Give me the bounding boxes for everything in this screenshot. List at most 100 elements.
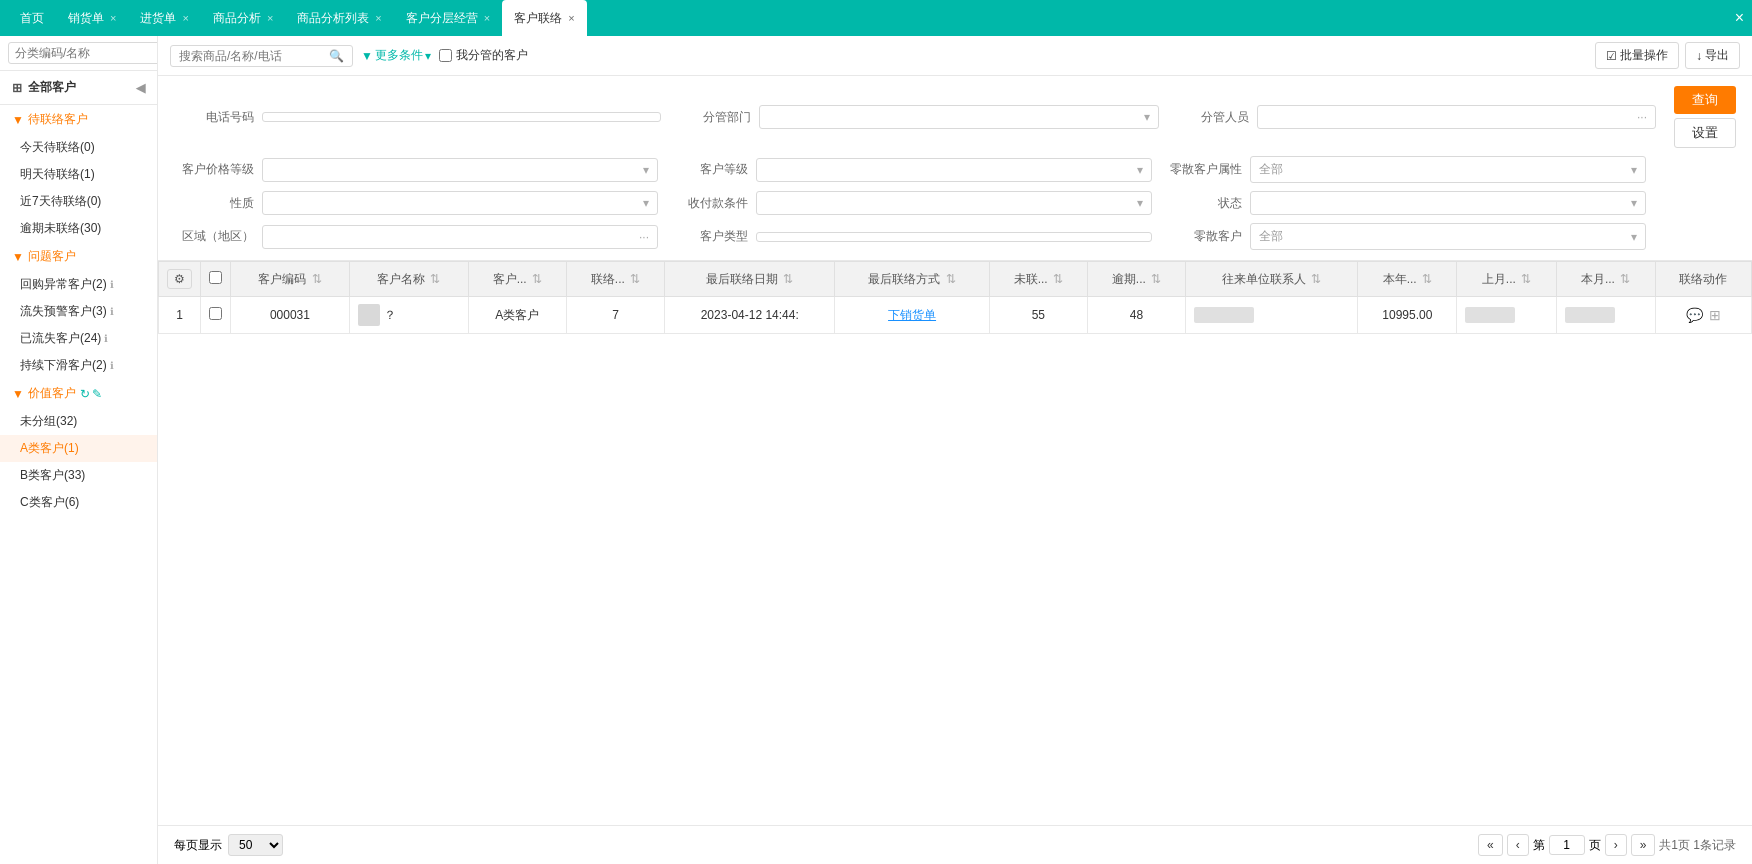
- field-nature: 性质 ▾: [174, 191, 658, 215]
- col-gear[interactable]: ⚙: [159, 262, 201, 297]
- last-page-btn[interactable]: »: [1631, 834, 1656, 856]
- col-checkbox[interactable]: [201, 262, 231, 297]
- close-customer-tier[interactable]: ×: [484, 12, 490, 24]
- sidebar-item-churned[interactable]: 已流失客户(24) ℹ: [0, 325, 157, 352]
- filter-row-3: 性质 ▾ 收付款条件 ▾ 状态: [174, 191, 1736, 215]
- close-product-analysis[interactable]: ×: [267, 12, 273, 24]
- col-not-contacted[interactable]: 未联... ⇅: [989, 262, 1087, 297]
- field-phone-label: 电话号码: [174, 109, 254, 126]
- sidebar-search-input[interactable]: [8, 42, 158, 64]
- sort-contact-count-icon: ⇅: [630, 272, 640, 286]
- cell-not-contacted: 55: [989, 297, 1087, 334]
- field-retail-customer-select[interactable]: 全部 ▾: [1250, 223, 1646, 250]
- sidebar-search-container: 🔍: [0, 36, 157, 71]
- row-checkbox[interactable]: [209, 307, 222, 320]
- field-status-label: 状态: [1162, 195, 1242, 212]
- sidebar-item-declining[interactable]: 持续下滑客户(2) ℹ: [0, 352, 157, 379]
- next-page-btn[interactable]: ›: [1605, 834, 1627, 856]
- batch-op-button[interactable]: ☑ 批量操作: [1595, 42, 1679, 69]
- group-value-customers[interactable]: ▼ 价值客户 ↻ ✎: [0, 379, 157, 408]
- contact-person-placeholder: [1194, 307, 1254, 323]
- edit-value-icon[interactable]: ✎: [92, 387, 102, 401]
- filter-search-icon[interactable]: 🔍: [329, 49, 344, 63]
- close-product-analysis-list[interactable]: ×: [375, 12, 381, 24]
- sidebar-item-tomorrow[interactable]: 明天待联络(1): [0, 161, 157, 188]
- col-name[interactable]: 客户名称 ⇅: [349, 262, 468, 297]
- export-button[interactable]: ↓ 导出: [1685, 42, 1740, 69]
- filter-more-btn[interactable]: ▼ 更多条件 ▾: [361, 47, 431, 64]
- field-price-level-select[interactable]: ▾: [262, 158, 658, 182]
- field-dept-select[interactable]: ▾: [759, 105, 1158, 129]
- first-page-btn[interactable]: «: [1478, 834, 1503, 856]
- nav-purchase-order[interactable]: 进货单 ×: [128, 0, 200, 36]
- group-problem-customers[interactable]: ▼ 问题客户: [0, 242, 157, 271]
- sidebar-item-class-a[interactable]: A类客户(1): [0, 435, 157, 462]
- col-level[interactable]: 客户... ⇅: [468, 262, 566, 297]
- my-customers-checkbox[interactable]: [439, 49, 452, 62]
- page-size-container: 每页显示 50 10 20 100: [174, 834, 283, 856]
- message-action-icon[interactable]: 💬: [1686, 307, 1703, 323]
- sort-last-month-icon: ⇅: [1521, 272, 1531, 286]
- sidebar-item-today[interactable]: 今天待联络(0): [0, 134, 157, 161]
- chevron-down-icon: ▾: [425, 49, 431, 63]
- field-price-level: 客户价格等级 ▾: [174, 158, 658, 182]
- export-icon: ↓: [1696, 49, 1702, 63]
- filter-search-input[interactable]: [179, 49, 329, 63]
- nav-product-analysis[interactable]: 商品分析 ×: [201, 0, 285, 36]
- sidebar-item-repurchase-abnormal[interactable]: 回购异常客户(2) ℹ: [0, 271, 157, 298]
- field-nature-select[interactable]: ▾: [262, 191, 658, 215]
- setting-button[interactable]: 设置: [1674, 118, 1736, 148]
- close-customer-contact[interactable]: ×: [568, 12, 574, 24]
- field-customer-type-label: 客户类型: [668, 228, 748, 245]
- close-sales-order[interactable]: ×: [110, 12, 116, 24]
- nav-customer-tier[interactable]: 客户分层经营 ×: [394, 0, 502, 36]
- close-all-btn[interactable]: ×: [1735, 9, 1744, 27]
- col-this-month[interactable]: 本月... ⇅: [1556, 262, 1655, 297]
- col-this-year[interactable]: 本年... ⇅: [1358, 262, 1457, 297]
- gear-button[interactable]: ⚙: [167, 269, 192, 289]
- field-payment-label: 收付款条件: [668, 195, 748, 212]
- cell-checkbox[interactable]: [201, 297, 231, 334]
- col-last-month[interactable]: 上月... ⇅: [1457, 262, 1556, 297]
- sidebar-item-churn-warning[interactable]: 流失预警客户(3) ℹ: [0, 298, 157, 325]
- filter-search-container: 🔍: [170, 45, 353, 67]
- select-all-checkbox[interactable]: [209, 271, 222, 284]
- nav-home[interactable]: 首页: [8, 0, 56, 36]
- col-last-date[interactable]: 最后联络日期 ⇅: [665, 262, 835, 297]
- field-retail-attr-select[interactable]: 全部 ▾: [1250, 156, 1646, 183]
- qr-action-icon[interactable]: ⊞: [1709, 307, 1721, 323]
- refresh-value-icon[interactable]: ↻: [80, 387, 90, 401]
- sidebar-all-customers[interactable]: ⊞ 全部客户 ◀: [0, 71, 157, 105]
- close-purchase-order[interactable]: ×: [182, 12, 188, 24]
- sidebar-item-overdue[interactable]: 逾期未联络(30): [0, 215, 157, 242]
- col-last-method[interactable]: 最后联络方式 ⇅: [835, 262, 989, 297]
- col-contact-count[interactable]: 联络... ⇅: [566, 262, 664, 297]
- field-region-select[interactable]: ···: [262, 225, 658, 249]
- group-pending-contact[interactable]: ▼ 待联络客户: [0, 105, 157, 134]
- sidebar-item-7days[interactable]: 近7天待联络(0): [0, 188, 157, 215]
- nav-product-analysis-list[interactable]: 商品分析列表 ×: [285, 0, 393, 36]
- cell-last-method[interactable]: 下销货单: [835, 297, 989, 334]
- sidebar-item-ungrouped[interactable]: 未分组(32): [0, 408, 157, 435]
- field-payment-select[interactable]: ▾: [756, 191, 1152, 215]
- nav-sales-order[interactable]: 销货单 ×: [56, 0, 128, 36]
- prev-page-btn[interactable]: ‹: [1507, 834, 1529, 856]
- field-customer-level-select[interactable]: ▾: [756, 158, 1152, 182]
- region-dots-icon: ···: [639, 230, 649, 244]
- col-code[interactable]: 客户编码 ⇅: [231, 262, 350, 297]
- page-size-select[interactable]: 50 10 20 100: [228, 834, 283, 856]
- field-status-select[interactable]: ▾: [1250, 191, 1646, 215]
- filter-icon: ▼: [361, 49, 373, 63]
- field-phone-input[interactable]: [262, 112, 661, 122]
- sidebar-item-class-b[interactable]: B类客户(33): [0, 462, 157, 489]
- nav-customer-contact[interactable]: 客户联络 ×: [502, 0, 586, 36]
- col-contact-person[interactable]: 往来单位联系人 ⇅: [1186, 262, 1358, 297]
- query-button[interactable]: 查询: [1674, 86, 1736, 114]
- field-person-select[interactable]: ···: [1257, 105, 1656, 129]
- col-overdue[interactable]: 逾期... ⇅: [1087, 262, 1185, 297]
- filter-my-customers[interactable]: 我分管的客户: [439, 47, 528, 64]
- field-customer-type-input[interactable]: [756, 232, 1152, 242]
- total-records-label: 共1页 1条记录: [1659, 837, 1736, 854]
- sidebar-item-class-c[interactable]: C类客户(6): [0, 489, 157, 516]
- page-number-input[interactable]: [1549, 835, 1585, 855]
